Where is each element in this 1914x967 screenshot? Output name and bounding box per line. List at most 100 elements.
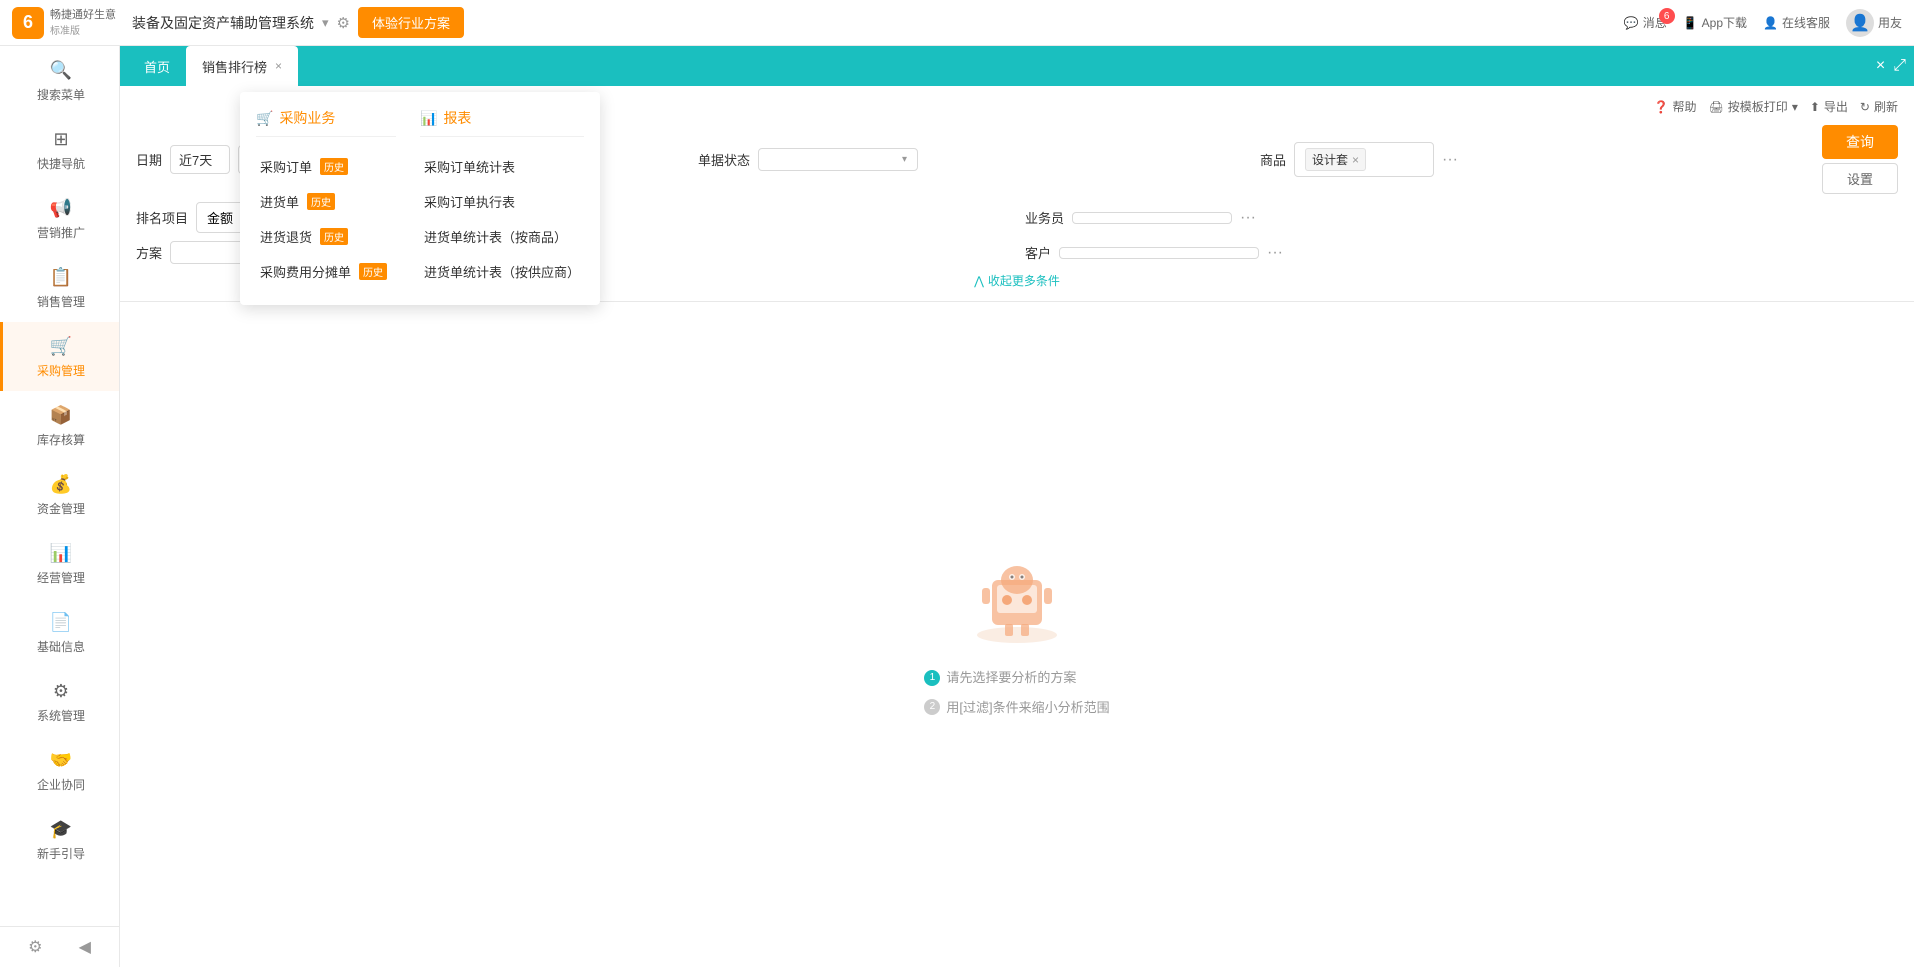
- sidebar-label-operation: 经营管理: [37, 569, 85, 586]
- notification-item[interactable]: 💬 6 消息: [1624, 14, 1667, 31]
- settings-btn[interactable]: 设置: [1822, 163, 1898, 194]
- sidebar-item-marketing[interactable]: 📢 营销推广: [0, 184, 119, 253]
- tab-close-icon[interactable]: ×: [275, 59, 282, 73]
- inbound-stat-supplier-label: 进货单统计表（按供应商）: [424, 262, 580, 281]
- operation-icon: 📊: [49, 541, 73, 565]
- guide-icon: 🎓: [49, 817, 73, 841]
- doc-status-label: 单据状态: [698, 150, 750, 169]
- empty-text: 1 请先选择要分析的方案 2 用[过滤]条件来缩小分析范围: [924, 666, 1109, 719]
- tab-sales-rank[interactable]: 销售排行榜 ×: [186, 46, 298, 86]
- dropdown-arrow-icon[interactable]: ▾: [322, 15, 329, 31]
- sidebar-item-purchase[interactable]: 🛒 采购管理: [0, 322, 119, 391]
- help-icon: ❓: [1654, 100, 1669, 114]
- marketing-icon: 📢: [49, 196, 73, 220]
- dropdown-purchase-order[interactable]: 采购订单 历史: [256, 149, 396, 184]
- logo-text: 畅捷通好生意: [50, 8, 116, 22]
- sidebar-item-quick-nav[interactable]: ⊞ 快捷导航: [0, 115, 119, 184]
- print-label: 按模板打印: [1728, 98, 1788, 115]
- empty-svg: [957, 550, 1077, 650]
- service-icon: 👤: [1763, 16, 1778, 30]
- sidebar: 🔍 搜索菜单 ⊞ 快捷导航 📢 营销推广 📋 销售管理 🛒 采购管理 📦 库存核…: [0, 46, 120, 967]
- header-right: 💬 6 消息 📱 App下载 👤 在线客服 👤 用友: [1624, 9, 1902, 37]
- dropdown-inbound-order[interactable]: 进货单 历史: [256, 184, 396, 219]
- sidebar-item-operation[interactable]: 📊 经营管理: [0, 529, 119, 598]
- purchase-col-label: 采购业务: [279, 108, 335, 128]
- step1-text: 请先选择要分析的方案: [946, 666, 1076, 689]
- dropdown-inbound-stat-product[interactable]: 进货单统计表（按商品）: [420, 219, 584, 254]
- help-label: 帮助: [1673, 98, 1697, 115]
- collapse-up-icon: ⋀: [974, 274, 984, 288]
- sidebar-label-basic-info: 基础信息: [37, 638, 85, 655]
- print-btn[interactable]: 🖨 按模板打印 ▾: [1709, 98, 1798, 115]
- product-section: 商品 设计套 × ···: [1260, 142, 1806, 177]
- product-dots[interactable]: ···: [1442, 151, 1458, 169]
- export-icon: ⬆: [1810, 100, 1820, 114]
- tab-maximize-icon[interactable]: ⤢: [1893, 57, 1906, 75]
- logo-icon: 6: [12, 7, 44, 39]
- purchase-expense-label: 采购费用分摊单: [260, 262, 351, 281]
- doc-status-select[interactable]: ▾: [758, 148, 918, 171]
- sidebar-label-system: 系统管理: [37, 707, 85, 724]
- industry-btn[interactable]: 体验行业方案: [358, 7, 464, 38]
- rank-value: 金额: [207, 208, 233, 227]
- content-area: 首页 销售排行榜 × × ⤢ ❓ 帮助 🖨 按模板打印: [120, 46, 1914, 967]
- step2-text: 用[过滤]条件来缩小分析范围: [946, 696, 1109, 719]
- customer-input[interactable]: [1059, 247, 1259, 259]
- sidebar-item-sales[interactable]: 📋 销售管理: [0, 253, 119, 322]
- print-dropdown-icon[interactable]: ▾: [1792, 100, 1798, 114]
- history-badge-2: 历史: [307, 193, 335, 210]
- help-btn[interactable]: ❓ 帮助: [1654, 98, 1697, 115]
- settings-icon[interactable]: ⚙: [337, 14, 350, 32]
- app-download-item[interactable]: 📱 App下载: [1683, 14, 1747, 31]
- report-col-label: 报表: [443, 108, 471, 128]
- sidebar-item-system[interactable]: ⚙ 系统管理: [0, 667, 119, 736]
- sidebar-item-search[interactable]: 🔍 搜索菜单: [0, 46, 119, 115]
- step1-num: 1: [924, 670, 940, 686]
- purchase-icon: 🛒: [49, 334, 73, 358]
- salesman-section: 业务员 ···: [1025, 208, 1898, 227]
- salesman-input[interactable]: [1072, 212, 1232, 224]
- sidebar-item-finance[interactable]: 💰 资金管理: [0, 460, 119, 529]
- dropdown-purchase-order-stat[interactable]: 采购订单统计表: [420, 149, 584, 184]
- tab-close-window-icon[interactable]: ×: [1876, 57, 1885, 75]
- product-input[interactable]: 设计套 ×: [1294, 142, 1434, 177]
- system-name: 装备及固定资产辅助管理系统: [132, 13, 314, 33]
- tab-home[interactable]: 首页: [128, 46, 186, 86]
- collapse-sidebar-btn[interactable]: ◀: [79, 937, 91, 957]
- stock-icon: 📦: [49, 403, 73, 427]
- customer-dots[interactable]: ···: [1267, 244, 1283, 262]
- export-btn[interactable]: ⬆ 导出: [1810, 98, 1848, 115]
- dropdown-return-goods[interactable]: 进货退货 历史: [256, 219, 396, 254]
- report-col-icon: 📊: [420, 110, 437, 127]
- dropdown-purchase-order-exec[interactable]: 采购订单执行表: [420, 184, 584, 219]
- product-tag-close[interactable]: ×: [1352, 153, 1359, 167]
- logo-area: 6 畅捷通好生意 标准版: [12, 7, 132, 39]
- sidebar-item-guide[interactable]: 🎓 新手引导: [0, 805, 119, 874]
- export-label: 导出: [1824, 98, 1848, 115]
- purchase-col-title: 🛒 采购业务: [256, 108, 396, 137]
- refresh-btn[interactable]: ↻ 刷新: [1860, 98, 1898, 115]
- caret-icon: ▾: [902, 154, 907, 165]
- sidebar-item-enterprise[interactable]: 🤝 企业协同: [0, 736, 119, 805]
- history-badge-1: 历史: [320, 158, 348, 175]
- dropdown-inbound-stat-supplier[interactable]: 进货单统计表（按供应商）: [420, 254, 584, 289]
- dropdown-purchase-expense[interactable]: 采购费用分摊单 历史: [256, 254, 396, 289]
- system-icon: ⚙: [49, 679, 73, 703]
- sidebar-item-basic-info[interactable]: 📄 基础信息: [0, 598, 119, 667]
- empty-illustration: [957, 550, 1077, 650]
- collapse-btn[interactable]: ⋀ 收起更多条件: [974, 272, 1060, 289]
- date-quick-7days[interactable]: 近7天: [170, 145, 230, 174]
- user-area[interactable]: 👤 用友: [1846, 9, 1902, 37]
- query-btn[interactable]: 查询: [1822, 125, 1898, 159]
- query-section: 查询 设置: [1822, 125, 1898, 194]
- grid-icon: ⊞: [49, 127, 73, 151]
- user-label: 用友: [1878, 14, 1902, 31]
- salesman-dots[interactable]: ···: [1240, 209, 1256, 227]
- sidebar-label-search: 搜索菜单: [37, 86, 85, 103]
- settings-bottom-btn[interactable]: ⚙: [28, 937, 42, 957]
- sidebar-item-stock[interactable]: 📦 库存核算: [0, 391, 119, 460]
- customer-label: 客户: [1025, 243, 1051, 262]
- online-service-item[interactable]: 👤 在线客服: [1763, 14, 1830, 31]
- report-col-title: 📊 报表: [420, 108, 584, 137]
- inbound-order-label: 进货单: [260, 192, 299, 211]
